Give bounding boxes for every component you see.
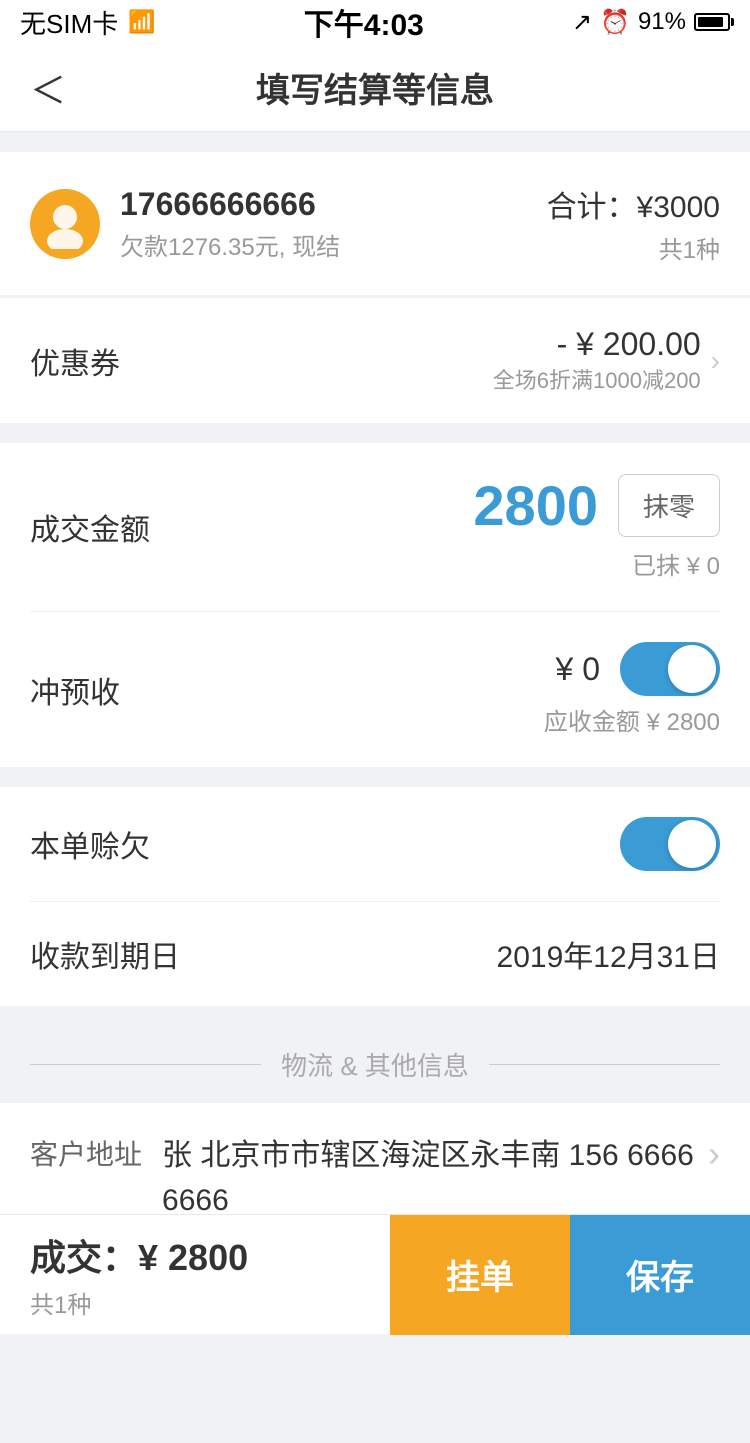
transaction-amount-value: 2800 [473,473,598,538]
coupon-row[interactable]: 优惠券 - ¥ 200.00 全场6折满1000减200 › [0,297,750,423]
coupon-value-col: - ¥ 200.00 全场6折满1000减200 [493,326,701,395]
customer-right: 合计：¥3000 共1种 [547,182,720,265]
status-left: 无SIM卡 📶 [20,4,156,41]
bottom-deal-row: 成交：¥ 2800 [30,1229,360,1281]
precharge-top: ¥ 0 [556,642,720,696]
deal-amount: ¥ 2800 [138,1237,248,1278]
bottom-bar: 成交：¥ 2800 共1种 挂单 保存 [0,1214,750,1334]
debt-toggle[interactable] [620,817,720,871]
pending-button[interactable]: 挂单 [390,1215,570,1335]
section-gap-1 [0,423,750,443]
time-display: 下午4:03 [304,0,424,44]
transaction-amount-sub: 已抹 ¥ 0 [632,546,720,581]
customer-phone: 17666666666 [120,186,340,223]
nav-bar: ＜ 填写结算等信息 [0,44,750,132]
customer-card: 17666666666 欠款1276.35元, 现结 合计：¥3000 共1种 [0,152,750,295]
transaction-amount-label: 成交金额 [30,505,150,549]
status-bar: 无SIM卡 📶 下午4:03 ↗ ⏰ 91% [0,0,750,44]
precharge-amount: ¥ 0 [556,651,600,688]
back-icon: ＜ [30,62,66,114]
precharge-label: 冲预收 [30,668,120,712]
debt-toggle-knob [668,820,716,868]
coupon-right: - ¥ 200.00 全场6折满1000减200 › [493,326,720,395]
precharge-right: ¥ 0 应收金额 ¥ 2800 [544,642,720,737]
due-date-row: 收款到期日 2019年12月31日 [30,902,720,1006]
bottom-summary: 成交：¥ 2800 共1种 [0,1229,390,1320]
precharge-toggle[interactable] [620,642,720,696]
customer-left: 17666666666 欠款1276.35元, 现结 [30,186,340,262]
page-title: 填写结算等信息 [256,63,494,112]
avatar [30,189,100,259]
total-amount: 合计：¥3000 [547,182,720,226]
precharge-sub: 应收金额 ¥ 2800 [544,702,720,737]
customer-sub: 欠款1276.35元, 现结 [120,227,340,262]
address-chevron-icon: › [708,1133,720,1175]
coupon-label: 优惠券 [30,339,120,383]
alarm-icon: ⏰ [600,8,630,37]
battery-icon [694,13,730,31]
bottom-count: 共1种 [30,1285,360,1320]
precharge-row: 冲预收 ¥ 0 应收金额 ¥ 2800 [30,612,720,767]
transaction-amount-row: 成交金额 2800 抹零 已抹 ¥ 0 [30,443,720,612]
coupon-value: - ¥ 200.00 [493,326,701,363]
due-date-value: 2019年12月31日 [497,932,720,976]
section-gap-2 [0,767,750,787]
due-date-label: 收款到期日 [30,932,180,976]
wifi-icon: 📶 [128,9,155,35]
total-count: 共1种 [547,230,720,265]
debt-row: 本单赊欠 [30,787,720,902]
toggle-knob [668,645,716,693]
carrier-label: 无SIM卡 [20,4,118,41]
round-zero-button[interactable]: 抹零 [618,474,720,537]
logistics-line-left [30,1064,261,1065]
address-label: 客户地址 [30,1133,142,1173]
location-icon: ↗ [572,8,592,37]
logistics-divider: 物流 & 其他信息 [0,1026,750,1103]
status-right: ↗ ⏰ 91% [572,8,730,37]
deal-label: 成交： [30,1237,138,1278]
section-gap-3 [0,1006,750,1026]
save-button[interactable]: 保存 [570,1215,750,1335]
form-section: 成交金额 2800 抹零 已抹 ¥ 0 冲预收 ¥ 0 [0,443,750,767]
debt-label: 本单赊欠 [30,822,150,866]
precharge-value-col: ¥ 0 应收金额 ¥ 2800 [544,642,720,737]
logistics-label: 物流 & 其他信息 [281,1046,469,1083]
chevron-right-icon: › [711,345,720,377]
back-button[interactable]: ＜ [30,62,66,114]
debt-section: 本单赊欠 收款到期日 2019年12月31日 [0,787,750,1006]
debt-right [620,817,720,871]
logistics-line-right [489,1064,720,1065]
customer-info: 17666666666 欠款1276.35元, 现结 [120,186,340,262]
address-value: 张 北京市市辖区海淀区永丰南 156 6666 6666 [162,1133,698,1223]
transaction-amount-right: 2800 抹零 [473,473,720,538]
battery-label: 91% [638,8,686,36]
coupon-desc: 全场6折满1000减200 [493,363,701,395]
